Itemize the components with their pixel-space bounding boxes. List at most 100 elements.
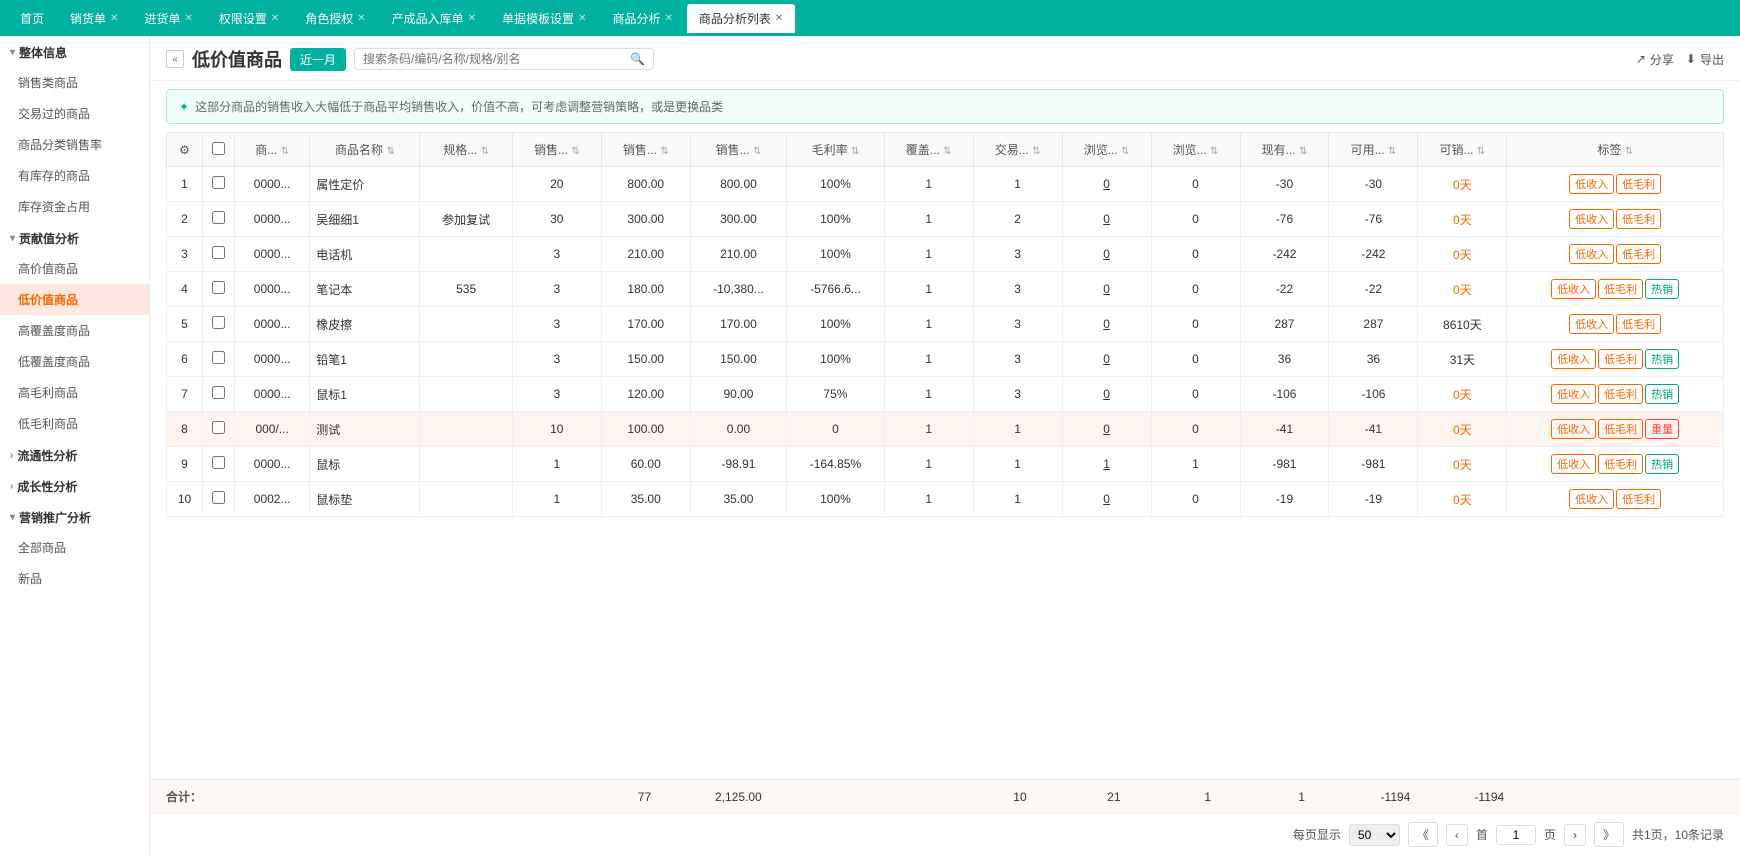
select-all-checkbox[interactable] <box>212 142 225 155</box>
col-sale-qty[interactable]: 销售... ⇅ <box>512 133 601 167</box>
close-icon[interactable]: ✕ <box>664 13 672 24</box>
sidebar-section-liquidity[interactable]: › 流通性分析 <box>0 439 149 470</box>
sidebar-section-contribution[interactable]: ▾ 贡献值分析 <box>0 222 149 253</box>
cell-checkbox[interactable] <box>203 272 235 307</box>
sidebar-section-marketing[interactable]: ▾ 营销推广分析 <box>0 501 149 532</box>
nav-home[interactable]: 首页 <box>8 4 56 33</box>
row-checkbox[interactable] <box>212 351 225 364</box>
cell-sale-qty: 3 <box>512 342 601 377</box>
browse-link[interactable]: 0 <box>1103 212 1110 226</box>
cell-checkbox[interactable] <box>203 237 235 272</box>
browse-link[interactable]: 0 <box>1103 247 1110 261</box>
cell-checkbox[interactable] <box>203 307 235 342</box>
nav-permissions[interactable]: 权限设置 ✕ <box>207 4 291 33</box>
cell-checkbox[interactable] <box>203 377 235 412</box>
browse-link[interactable]: 1 <box>1103 457 1110 471</box>
nav-role-auth[interactable]: 角色授权 ✕ <box>293 4 377 33</box>
row-checkbox[interactable] <box>212 456 225 469</box>
tag-item: 低收入 <box>1551 384 1596 404</box>
sidebar-item-category-rate[interactable]: 商品分类销售率 <box>0 129 149 160</box>
footer-empty5 <box>785 790 879 804</box>
sidebar-item-high-value[interactable]: 高价值商品 <box>0 253 149 284</box>
row-checkbox[interactable] <box>212 246 225 259</box>
col-current[interactable]: 现有... ⇅ <box>1240 133 1329 167</box>
sidebar-item-low-coverage[interactable]: 低覆盖度商品 <box>0 346 149 377</box>
sidebar-item-high-margin[interactable]: 高毛利商品 <box>0 377 149 408</box>
col-transaction[interactable]: 交易... ⇅ <box>973 133 1062 167</box>
sidebar-section-overview[interactable]: ▾ 整体信息 <box>0 36 149 67</box>
export-button[interactable]: ⬇ 导出 <box>1686 51 1724 68</box>
sidebar-item-sales-goods[interactable]: 销售类商品 <box>0 67 149 98</box>
cell-coverage: 1 <box>884 307 973 342</box>
col-available[interactable]: 可用... ⇅ <box>1329 133 1418 167</box>
search-icon[interactable]: 🔍 <box>630 52 645 66</box>
first-page-button[interactable]: 《 <box>1408 822 1438 847</box>
page-size-select[interactable]: 50 100 200 <box>1349 824 1400 846</box>
close-icon[interactable]: ✕ <box>775 13 783 24</box>
collapse-sidebar-button[interactable]: « <box>166 50 184 68</box>
col-spec[interactable]: 规格... ⇅ <box>420 133 512 167</box>
col-code[interactable]: 商... ⇅ <box>235 133 310 167</box>
sidebar-item-all-goods[interactable]: 全部商品 <box>0 532 149 563</box>
sidebar-item-stock-goods[interactable]: 有库存的商品 <box>0 160 149 191</box>
sidebar-item-low-margin[interactable]: 低毛利商品 <box>0 408 149 439</box>
row-checkbox[interactable] <box>212 386 225 399</box>
close-icon[interactable]: ✕ <box>271 13 279 24</box>
cell-checkbox[interactable] <box>203 447 235 482</box>
sidebar-section-growth[interactable]: › 成长性分析 <box>0 470 149 501</box>
sidebar-item-stock-funds[interactable]: 库存资金占用 <box>0 191 149 222</box>
browse-link[interactable]: 0 <box>1103 282 1110 296</box>
sidebar-item-new-goods[interactable]: 新品 <box>0 563 149 594</box>
last-page-button[interactable]: 》 <box>1594 822 1624 847</box>
col-tags[interactable]: 标签 ⇅ <box>1507 133 1724 167</box>
nav-product-analysis[interactable]: 商品分析 ✕ <box>600 4 684 33</box>
browse-link[interactable]: 0 <box>1103 352 1110 366</box>
row-checkbox[interactable] <box>212 281 225 294</box>
nav-template-settings[interactable]: 单据模板设置 ✕ <box>490 4 598 33</box>
nav-sales-order[interactable]: 销货单 ✕ <box>58 4 130 33</box>
col-sale-profit[interactable]: 销售... ⇅ <box>690 133 786 167</box>
col-sale-amount[interactable]: 销售... ⇅ <box>601 133 690 167</box>
cell-checkbox[interactable] <box>203 482 235 517</box>
col-coverage[interactable]: 覆盖... ⇅ <box>884 133 973 167</box>
close-icon[interactable]: ✕ <box>184 13 192 24</box>
sidebar-item-high-coverage[interactable]: 高覆盖度商品 <box>0 315 149 346</box>
close-icon[interactable]: ✕ <box>357 13 365 24</box>
col-browse1[interactable]: 浏览... ⇅ <box>1062 133 1151 167</box>
col-name[interactable]: 商品名称 ⇅ <box>310 133 420 167</box>
close-icon[interactable]: ✕ <box>110 13 118 24</box>
sidebar-item-low-value[interactable]: 低价值商品 <box>0 284 149 315</box>
cell-checkbox[interactable] <box>203 342 235 377</box>
browse-link[interactable]: 0 <box>1103 492 1110 506</box>
nav-purchase-order[interactable]: 进货单 ✕ <box>132 4 204 33</box>
chevron-down-icon: ▾ <box>10 47 15 58</box>
next-page-button[interactable]: › <box>1564 824 1586 846</box>
row-checkbox[interactable] <box>212 316 225 329</box>
cell-checkbox[interactable] <box>203 202 235 237</box>
cell-checkbox[interactable] <box>203 167 235 202</box>
sidebar-item-traded-goods[interactable]: 交易过的商品 <box>0 98 149 129</box>
close-icon[interactable]: ✕ <box>578 13 586 24</box>
browse-link[interactable]: 0 <box>1103 177 1110 191</box>
browse-link[interactable]: 0 <box>1103 422 1110 436</box>
tag-item: 热销 <box>1645 454 1679 474</box>
nav-product-analysis-list[interactable]: 商品分析列表 ✕ <box>687 4 795 33</box>
row-checkbox[interactable] <box>212 176 225 189</box>
share-button[interactable]: ↗ 分享 <box>1636 51 1674 68</box>
col-saleable[interactable]: 可销... ⇅ <box>1418 133 1507 167</box>
cell-checkbox[interactable] <box>203 412 235 447</box>
page-input[interactable] <box>1496 825 1536 845</box>
browse-link[interactable]: 0 <box>1103 387 1110 401</box>
close-icon[interactable]: ✕ <box>468 13 476 24</box>
col-settings[interactable]: ⚙ <box>167 133 203 167</box>
row-checkbox[interactable] <box>212 491 225 504</box>
prev-page-button[interactable]: ‹ <box>1446 824 1468 846</box>
row-checkbox[interactable] <box>212 421 225 434</box>
row-checkbox[interactable] <box>212 211 225 224</box>
browse-link[interactable]: 0 <box>1103 317 1110 331</box>
col-margin[interactable]: 毛利率 ⇅ <box>787 133 884 167</box>
col-browse2[interactable]: 浏览... ⇅ <box>1151 133 1240 167</box>
time-filter-button[interactable]: 近一月 <box>290 48 346 71</box>
search-input[interactable] <box>363 52 626 66</box>
nav-product-warehouse[interactable]: 产成品入库单 ✕ <box>380 4 488 33</box>
